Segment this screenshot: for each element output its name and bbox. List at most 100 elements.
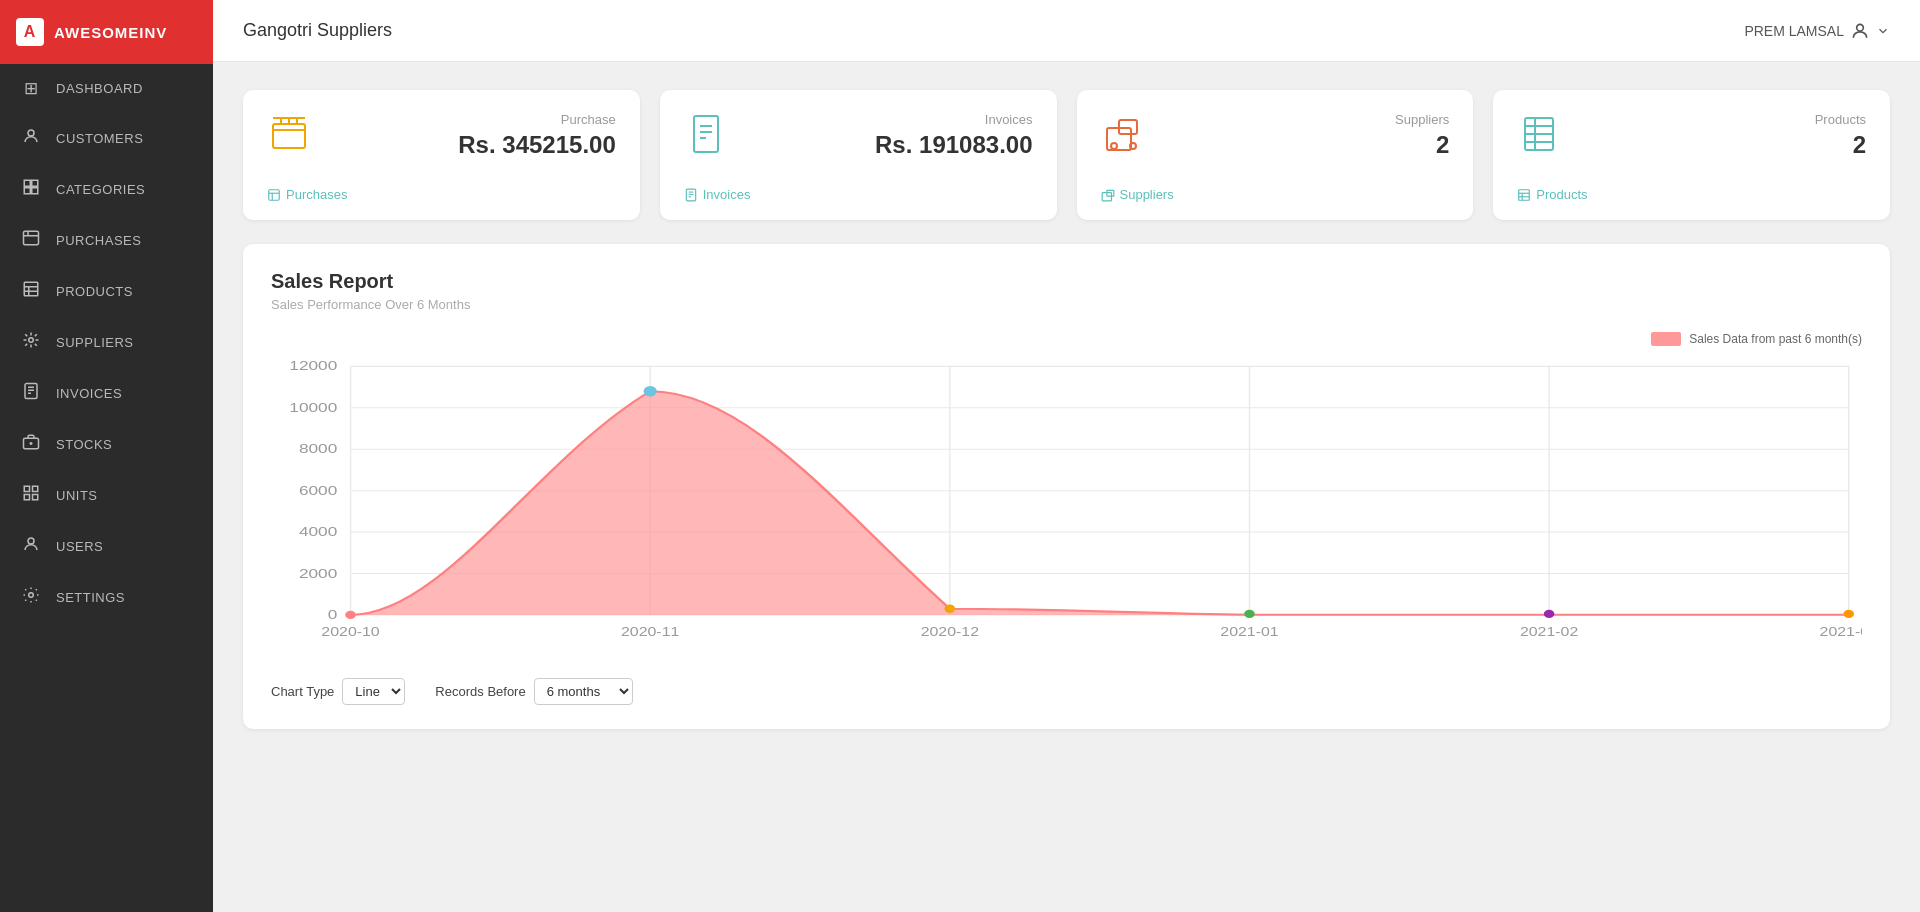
sidebar-item-label: UNITS [56,488,98,503]
chart-type-select[interactable]: Line Bar [342,678,405,705]
sidebar-item-purchases[interactable]: PURCHASES [0,215,213,266]
stat-card-invoices: Invoices Rs. 191083.00 Invoices [660,90,1057,220]
sidebar-item-invoices[interactable]: INVOICES [0,368,213,419]
datapoint-1 [644,386,657,396]
invoices-value-group: Invoices Rs. 191083.00 [875,112,1032,159]
invoices-card-icon [684,112,728,165]
customers-icon [20,127,42,150]
svg-point-24 [28,538,34,544]
sidebar-item-label: INVOICES [56,386,122,401]
svg-rect-5 [24,231,39,245]
sidebar-item-customers[interactable]: CUSTOMERS [0,113,213,164]
invoices-value: Rs. 191083.00 [875,131,1032,159]
sidebar-item-stocks[interactable]: STOCKS [0,419,213,470]
sidebar-item-label: STOCKS [56,437,112,452]
svg-text:6000: 6000 [299,483,337,498]
datapoint-5 [1843,610,1854,618]
sidebar-item-settings[interactable]: SETTINGS [0,572,213,623]
svg-rect-1 [24,180,30,186]
svg-point-47 [1130,143,1136,149]
records-before-select[interactable]: 6 months 3 months 12 months [534,678,633,705]
suppliers-icon [20,331,42,354]
suppliers-link-label: Suppliers [1120,187,1174,202]
suppliers-label: Suppliers [1395,112,1449,127]
legend-label: Sales Data from past 6 month(s) [1689,332,1862,346]
svg-rect-4 [32,188,38,194]
chart-legend: Sales Data from past 6 month(s) [271,332,1862,346]
products-value: 2 [1815,131,1866,159]
svg-text:2020-11: 2020-11 [621,624,679,638]
sidebar-item-suppliers[interactable]: SUPPLIERS [0,317,213,368]
purchases-link-label: Purchases [286,187,347,202]
svg-rect-36 [694,116,718,152]
svg-rect-21 [33,486,38,491]
svg-text:8000: 8000 [299,441,337,456]
units-icon [20,484,42,507]
svg-rect-22 [24,495,29,500]
svg-point-26 [1857,24,1864,31]
svg-text:2020-12: 2020-12 [921,624,979,638]
dashboard-icon: ⊞ [20,78,42,99]
stat-card-products: Products 2 Products [1493,90,1890,220]
report-title: Sales Report [271,270,1862,293]
sidebar-item-label: CUSTOMERS [56,131,143,146]
products-icon [20,280,42,303]
invoices-link[interactable]: Invoices [684,187,1033,202]
datapoint-4 [1544,610,1555,618]
records-before-label: Records Before [435,684,525,699]
main-content: Gangotri Suppliers PREM LAMSAL [213,0,1920,912]
sidebar-item-products[interactable]: PRODUCTS [0,266,213,317]
sales-chart-svg: 12000 10000 8000 6000 4000 2000 0 2020-1… [271,356,1862,646]
products-label: Products [1815,112,1866,127]
svg-text:0: 0 [328,607,338,622]
chart-type-group: Chart Type Line Bar [271,678,405,705]
sidebar-item-label: SETTINGS [56,590,125,605]
purchase-value-group: Purchase Rs. 345215.00 [458,112,615,159]
user-menu[interactable]: PREM LAMSAL [1744,21,1890,41]
stocks-icon [20,433,42,456]
svg-rect-27 [273,124,305,148]
sidebar-item-label: USERS [56,539,103,554]
purchases-link[interactable]: Purchases [267,187,616,202]
invoices-label: Invoices [875,112,1032,127]
chart-type-label: Chart Type [271,684,334,699]
purchase-icon [267,112,311,165]
suppliers-link[interactable]: Suppliers [1101,187,1450,202]
svg-text:2021-02: 2021-02 [1520,624,1578,638]
stats-row: Purchase Rs. 345215.00 Purchases [243,90,1890,220]
sidebar-item-label: CATEGORIES [56,182,145,197]
suppliers-value-group: Suppliers 2 [1395,112,1449,159]
chart-area: 12000 10000 8000 6000 4000 2000 0 2020-1… [271,356,1862,646]
products-card-icon [1517,112,1561,165]
records-before-group: Records Before 6 months 3 months 12 mont… [435,678,632,705]
page-title: Gangotri Suppliers [243,20,392,41]
user-icon [1850,21,1870,41]
username: PREM LAMSAL [1744,23,1844,39]
sidebar-item-users[interactable]: USERS [0,521,213,572]
svg-text:10000: 10000 [289,400,337,415]
chart-area-fill [351,391,1849,615]
sidebar-item-label: DASHBOARD [56,81,143,96]
datapoint-0 [345,611,356,619]
sidebar-item-units[interactable]: UNITS [0,470,213,521]
sidebar-item-label: PRODUCTS [56,284,133,299]
products-link-label: Products [1536,187,1587,202]
sidebar-item-label: PURCHASES [56,233,141,248]
app-name: AWESOMEINV [54,24,167,41]
sidebar-item-label: SUPPLIERS [56,335,133,350]
datapoint-3 [1244,610,1255,618]
sidebar-item-dashboard[interactable]: ⊞ DASHBOARD [0,64,213,113]
svg-rect-23 [33,495,38,500]
report-card: Sales Report Sales Performance Over 6 Mo… [243,244,1890,729]
svg-rect-20 [24,486,29,491]
svg-text:4000: 4000 [299,524,337,539]
suppliers-card-icon [1101,112,1145,165]
products-link[interactable]: Products [1517,187,1866,202]
app-logo[interactable]: A AWESOMEINV [0,0,213,64]
chart-controls: Chart Type Line Bar Records Before 6 mon… [271,664,1862,705]
report-subtitle: Sales Performance Over 6 Months [271,297,1862,312]
svg-rect-3 [24,188,30,194]
stat-card-suppliers: Suppliers 2 Suppliers [1077,90,1474,220]
sidebar-item-categories[interactable]: CATEGORIES [0,164,213,215]
svg-point-12 [29,338,34,343]
